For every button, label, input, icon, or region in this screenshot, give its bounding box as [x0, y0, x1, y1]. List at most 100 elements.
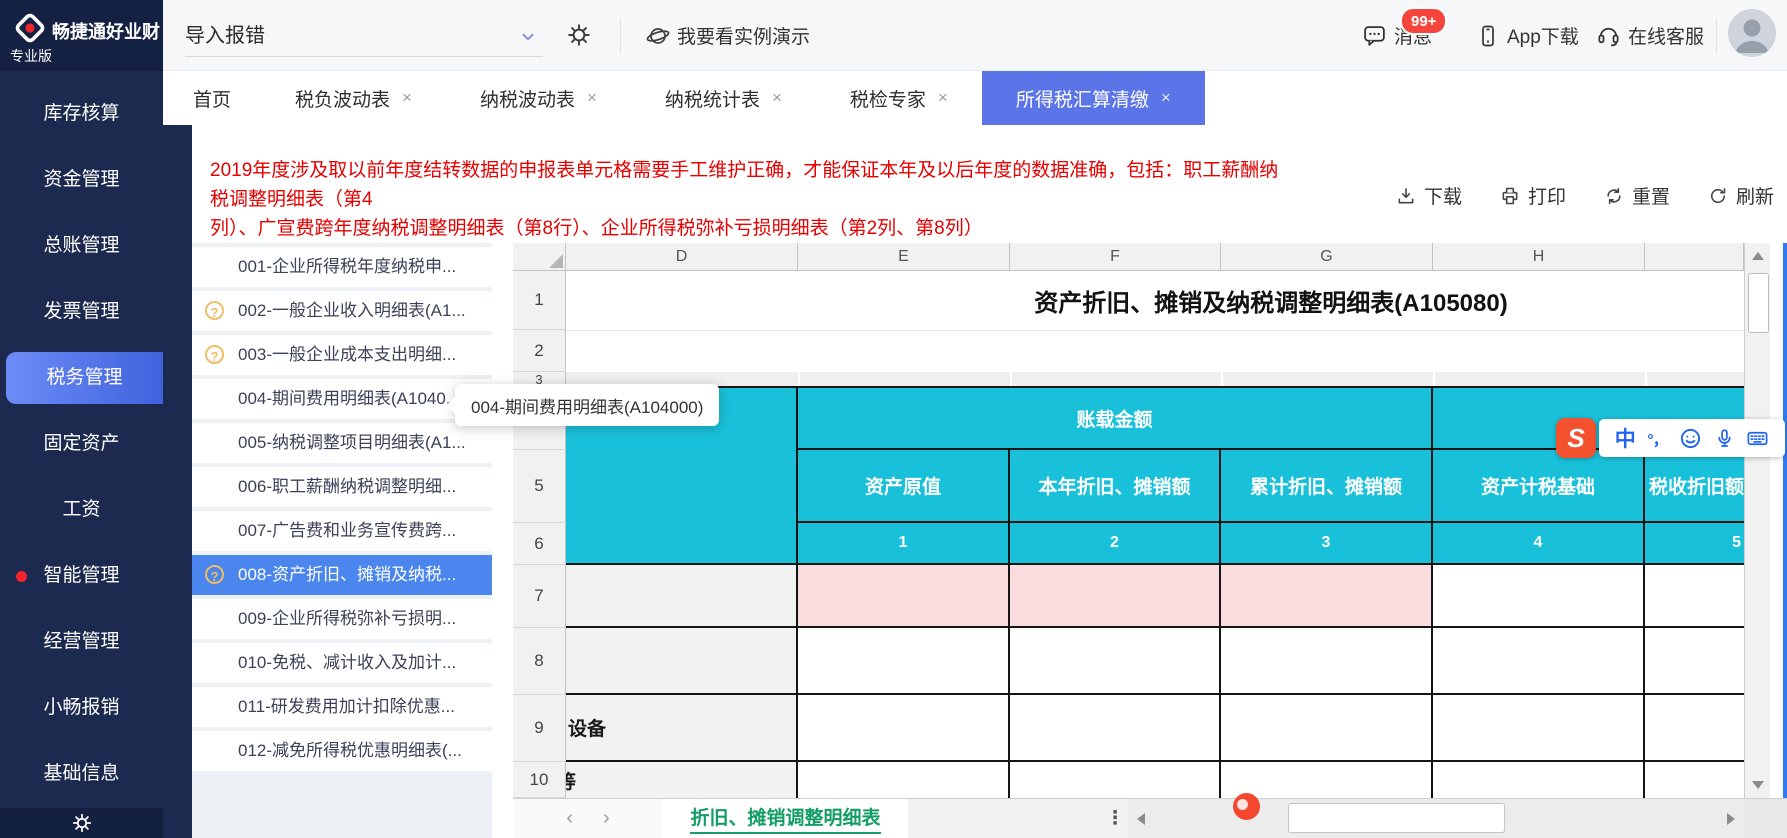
- cell-h8[interactable]: [1433, 628, 1645, 695]
- horizontal-scroll-thumb[interactable]: [1288, 803, 1505, 833]
- sidebar-item-funds[interactable]: 资金管理: [0, 147, 163, 213]
- cell-i9[interactable]: [1645, 695, 1744, 762]
- close-icon[interactable]: ×: [587, 88, 597, 108]
- row-header-1[interactable]: 1: [513, 271, 566, 330]
- cell-f8[interactable]: [1010, 628, 1221, 695]
- sidebar-item-tax-active[interactable]: 税务管理: [6, 352, 163, 404]
- cell-e7[interactable]: [798, 565, 1010, 628]
- cell-g9[interactable]: [1221, 695, 1433, 762]
- logo-block[interactable]: 畅捷通好业财 专业版: [0, 0, 163, 71]
- form-item-008-selected[interactable]: ? 008-资产折旧、摊销及纳税...: [192, 555, 492, 595]
- more-sheets-icon[interactable]: ⋮: [1100, 799, 1130, 838]
- form-item-001[interactable]: 001-企业所得税年度纳税申...: [192, 247, 492, 287]
- online-service-button[interactable]: 在线客服: [1596, 0, 1704, 71]
- row-header-8[interactable]: 8: [513, 628, 566, 695]
- col-header-F[interactable]: F: [1010, 243, 1221, 271]
- settings-gear-icon[interactable]: [566, 22, 592, 48]
- col-header-D[interactable]: D: [566, 243, 798, 271]
- form-item-010[interactable]: 010-免税、减计收入及加计...: [192, 643, 492, 683]
- reset-button[interactable]: 重置: [1604, 182, 1670, 209]
- form-item-003[interactable]: ? 003-一般企业成本支出明细...: [192, 335, 492, 375]
- row-header-7[interactable]: 7: [513, 565, 566, 628]
- scroll-right-button[interactable]: [1718, 799, 1744, 838]
- form-item-007[interactable]: 007-广告费和业务宣传费跨...: [192, 511, 492, 551]
- cell-f10[interactable]: [1010, 762, 1221, 798]
- cell-e10[interactable]: [798, 762, 1010, 798]
- col-header-E[interactable]: E: [798, 243, 1010, 271]
- sidebar-settings[interactable]: [0, 808, 163, 838]
- download-button[interactable]: 下载: [1396, 182, 1462, 209]
- select-all-corner[interactable]: [513, 243, 566, 271]
- sidebar-item-operations[interactable]: 经营管理: [0, 609, 163, 675]
- cell-f7[interactable]: [1010, 565, 1221, 628]
- col-number-4[interactable]: 4: [1433, 523, 1645, 565]
- cell-g10[interactable]: [1221, 762, 1433, 798]
- cell-e9[interactable]: [798, 695, 1010, 762]
- sidebar-item-payroll[interactable]: 工资: [0, 477, 163, 543]
- row-header-2[interactable]: 2: [513, 330, 566, 372]
- tray-notification-icon[interactable]: [1233, 793, 1260, 820]
- active-sheet-tab[interactable]: 折旧、摊销调整明细表: [663, 799, 908, 838]
- cell-h9[interactable]: [1433, 695, 1645, 762]
- sidebar-item-expense[interactable]: 小畅报销: [0, 675, 163, 741]
- col-header-partial[interactable]: [1645, 243, 1744, 271]
- cell-d7[interactable]: [566, 565, 798, 628]
- scroll-left-button[interactable]: [1128, 799, 1154, 838]
- help-icon[interactable]: ?: [205, 301, 224, 320]
- row-header-10[interactable]: 10: [513, 762, 566, 798]
- form-item-012[interactable]: 012-减免所得税优惠明细表(...: [192, 731, 492, 771]
- form-item-004[interactable]: 004-期间费用明细表(A1040...: [192, 379, 492, 419]
- prev-sheet-icon[interactable]: ‹: [566, 807, 573, 830]
- form-item-011[interactable]: 011-研发费用加计扣除优惠...: [192, 687, 492, 727]
- cell-g7[interactable]: [1221, 565, 1433, 628]
- help-icon[interactable]: ?: [205, 345, 224, 364]
- sidebar-item-invoice[interactable]: 发票管理: [0, 279, 163, 345]
- col-number-5[interactable]: 5: [1645, 523, 1744, 565]
- next-sheet-icon[interactable]: ›: [603, 807, 610, 830]
- cell-f9[interactable]: [1010, 695, 1221, 762]
- sidebar-item-inventory[interactable]: 库存核算: [0, 81, 163, 147]
- tab-tax-statistics[interactable]: 纳税统计表 ×: [631, 71, 816, 125]
- tab-home[interactable]: 首页: [163, 71, 261, 125]
- form-item-006[interactable]: 006-职工薪酬纳税调整明细...: [192, 467, 492, 507]
- row-header-9[interactable]: 9: [513, 695, 566, 762]
- ime-language-toggle[interactable]: 中: [1615, 423, 1636, 453]
- header-cell-book-amount[interactable]: 账载金额: [798, 388, 1433, 450]
- sidebar-item-fixed-assets[interactable]: 固定资产: [0, 411, 163, 477]
- row-header-5[interactable]: 5: [513, 450, 566, 523]
- form-item-009[interactable]: 009-企业所得税弥补亏损明...: [192, 599, 492, 639]
- header-cell-tax-depreciation[interactable]: 税收折旧额: [1645, 450, 1744, 523]
- cell-h10[interactable]: [1433, 762, 1645, 798]
- cell-d9-equipment[interactable]: 设备: [566, 695, 798, 762]
- app-download-button[interactable]: App下载: [1476, 0, 1579, 71]
- cell-d10[interactable]: 等: [566, 762, 798, 798]
- ime-logo-icon[interactable]: S: [1556, 418, 1596, 458]
- user-avatar[interactable]: [1728, 9, 1776, 57]
- row-header-6[interactable]: 6: [513, 523, 566, 565]
- scroll-down-button[interactable]: [1745, 772, 1770, 798]
- scroll-up-button[interactable]: [1745, 243, 1770, 269]
- tab-tax-fluctuation[interactable]: 纳税波动表 ×: [446, 71, 631, 125]
- vertical-scrollbar[interactable]: [1744, 243, 1770, 798]
- microphone-icon[interactable]: [1714, 428, 1735, 449]
- keyboard-icon[interactable]: [1746, 427, 1769, 450]
- header-cell-accumulated-depreciation[interactable]: 累计折旧、摊销额: [1221, 450, 1433, 523]
- col-header-H[interactable]: H: [1433, 243, 1645, 271]
- print-button[interactable]: 打印: [1500, 182, 1566, 209]
- header-cell-tax-basis[interactable]: 资产计税基础: [1433, 450, 1645, 523]
- cell-d8[interactable]: [566, 628, 798, 695]
- cell-i7[interactable]: [1645, 565, 1744, 628]
- tab-income-tax-settlement-active[interactable]: 所得税汇算清缴 ×: [981, 71, 1205, 125]
- cell-i8[interactable]: [1645, 628, 1744, 695]
- sidebar-item-basic-info[interactable]: 基础信息: [0, 741, 163, 807]
- tab-tax-burden[interactable]: 税负波动表 ×: [261, 71, 446, 125]
- header-cell-current-depreciation[interactable]: 本年折旧、摊销额: [1010, 450, 1221, 523]
- help-icon[interactable]: ?: [205, 565, 224, 584]
- col-number-2[interactable]: 2: [1010, 523, 1221, 565]
- vertical-scroll-thumb[interactable]: [1748, 273, 1769, 333]
- form-item-002[interactable]: ? 002-一般企业收入明细表(A1...: [192, 291, 492, 331]
- tab-tax-expert[interactable]: 税检专家 ×: [816, 71, 982, 125]
- form-item-005[interactable]: 005-纳税调整项目明细表(A1...: [192, 423, 492, 463]
- close-icon[interactable]: ×: [772, 88, 782, 108]
- col-number-1[interactable]: 1: [798, 523, 1010, 565]
